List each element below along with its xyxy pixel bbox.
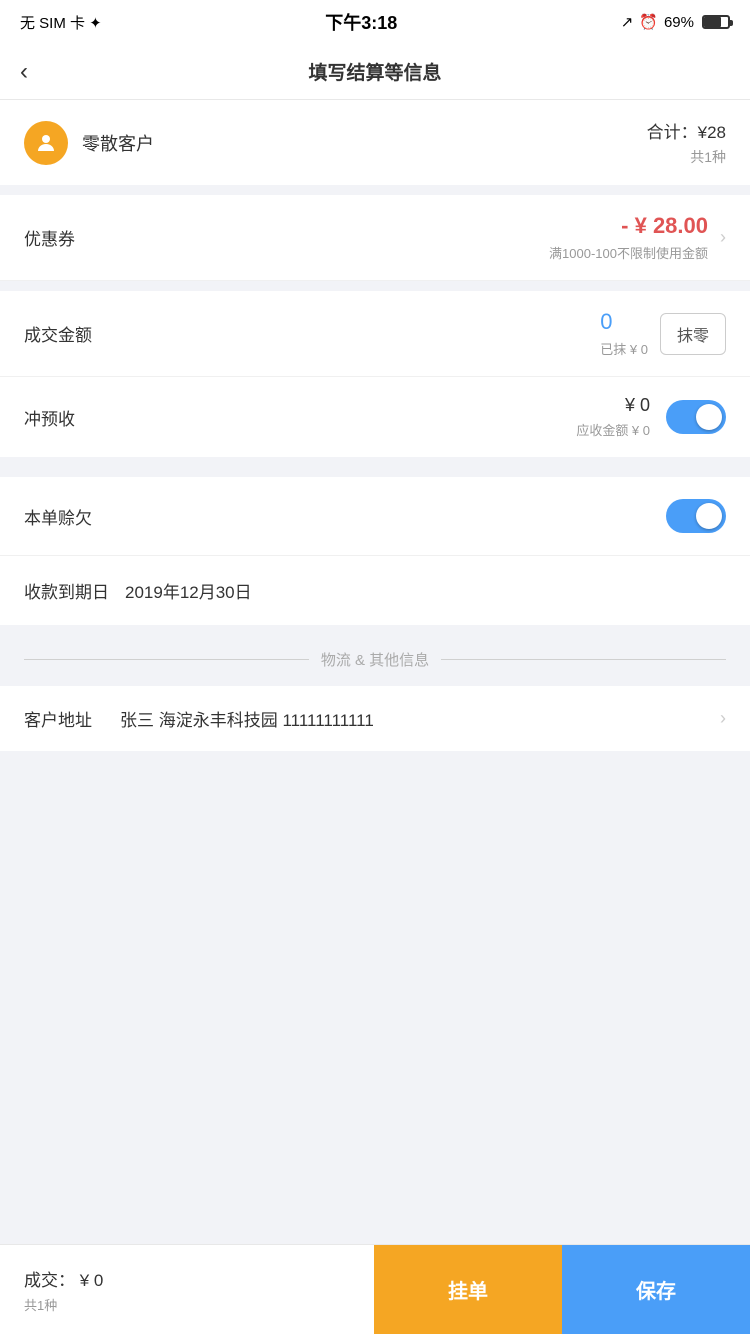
due-date-value: 2019年12月30日 [125, 578, 252, 603]
address-row[interactable]: 客户地址 张三 海淀永丰科技园 11111111111 › [0, 686, 750, 751]
bottom-count: 共1种 [24, 1295, 350, 1314]
status-left: 无 SIM 卡 ✦ [20, 12, 102, 33]
credit-section: 本单赊欠 收款到期日 2019年12月30日 [0, 477, 750, 625]
status-bar: 无 SIM 卡 ✦ 下午3:18 ↗ ⏰ 69% [0, 0, 750, 44]
customer-total: 合计：¥28 [647, 118, 726, 143]
customer-left: 零散客户 [24, 121, 154, 165]
customer-name: 零散客户 [82, 130, 154, 156]
advance-row: 冲预收 ¥ 0 应收金额 ¥ 0 [0, 377, 750, 457]
bottom-bar: 成交： ¥ 0 共1种 挂单 保存 [0, 1244, 750, 1334]
back-button[interactable]: ‹ [20, 58, 28, 86]
battery-percent: 69% [664, 14, 694, 31]
divider-line-left [24, 659, 309, 660]
coupon-label: 优惠券 [24, 225, 75, 250]
transaction-sub: 已抹 ¥ 0 [600, 339, 648, 358]
bottom-transaction-label: 成交： [24, 1271, 75, 1290]
address-value: 张三 海淀永丰科技园 11111111111 [120, 706, 714, 731]
signal-icon: ↗ [621, 13, 634, 31]
advance-values: ¥ 0 应收金额 ¥ 0 [576, 395, 650, 439]
due-date-row: 收款到期日 2019年12月30日 [0, 556, 750, 625]
credit-row: 本单赊欠 [0, 477, 750, 556]
logistics-label: 物流 & 其他信息 [321, 649, 429, 670]
page-title: 填写结算等信息 [308, 58, 441, 85]
nav-bar: ‹ 填写结算等信息 [0, 44, 750, 100]
transaction-label: 成交金额 [24, 321, 92, 346]
coupon-amount: - ¥ 28.00 [549, 213, 708, 239]
credit-toggle[interactable] [666, 499, 726, 533]
transaction-right: 0 已抹 ¥ 0 抹零 [600, 309, 726, 358]
address-label: 客户地址 [24, 706, 104, 731]
advance-toggle[interactable] [666, 400, 726, 434]
advance-label: 冲预收 [24, 405, 75, 430]
transaction-row: 成交金额 0 已抹 ¥ 0 抹零 [0, 291, 750, 377]
credit-label: 本单赊欠 [24, 504, 92, 529]
bottom-transaction: 成交： ¥ 0 [24, 1266, 350, 1291]
address-chevron-icon: › [720, 708, 726, 729]
customer-right: 合计：¥28 共1种 [647, 118, 726, 167]
due-date-label: 收款到期日 [24, 578, 109, 603]
pending-button[interactable]: 挂单 [374, 1245, 562, 1334]
save-button[interactable]: 保存 [562, 1245, 750, 1334]
address-right: › [714, 708, 726, 729]
coupon-right: - ¥ 28.00 满1000-100不限制使用金额 › [549, 213, 726, 262]
section-divider-2 [0, 467, 750, 477]
logistics-divider: 物流 & 其他信息 [0, 635, 750, 684]
advance-main-value: ¥ 0 [576, 395, 650, 416]
content: 零散客户 合计：¥28 共1种 优惠券 - ¥ 28.00 满1000-100不… [0, 100, 750, 841]
advance-right: ¥ 0 应收金额 ¥ 0 [576, 395, 726, 439]
status-right: ↗ ⏰ 69% [621, 13, 730, 31]
section-divider-1 [0, 281, 750, 291]
alarm-icon: ⏰ [639, 13, 658, 31]
no-sim-label: 无 SIM 卡 ✦ [20, 12, 102, 33]
status-time: 下午3:18 [325, 9, 397, 35]
customer-row: 零散客户 合计：¥28 共1种 [0, 100, 750, 185]
avatar [24, 121, 68, 165]
customer-count: 共1种 [647, 147, 726, 167]
transaction-section: 成交金额 0 已抹 ¥ 0 抹零 冲预收 ¥ 0 应收金额 ¥ 0 [0, 291, 750, 457]
coupon-chevron-icon: › [720, 227, 726, 248]
advance-sub-value: 应收金额 ¥ 0 [576, 420, 650, 439]
battery-icon [702, 15, 730, 29]
rounding-button[interactable]: 抹零 [660, 313, 726, 355]
divider-line-right [441, 659, 726, 660]
bottom-transaction-value: ¥ 0 [80, 1271, 104, 1290]
bottom-info: 成交： ¥ 0 共1种 [0, 1266, 374, 1314]
coupon-row[interactable]: 优惠券 - ¥ 28.00 满1000-100不限制使用金额 › [0, 195, 750, 281]
transaction-value: 0 [600, 309, 648, 335]
coupon-desc: 满1000-100不限制使用金额 [549, 243, 708, 262]
